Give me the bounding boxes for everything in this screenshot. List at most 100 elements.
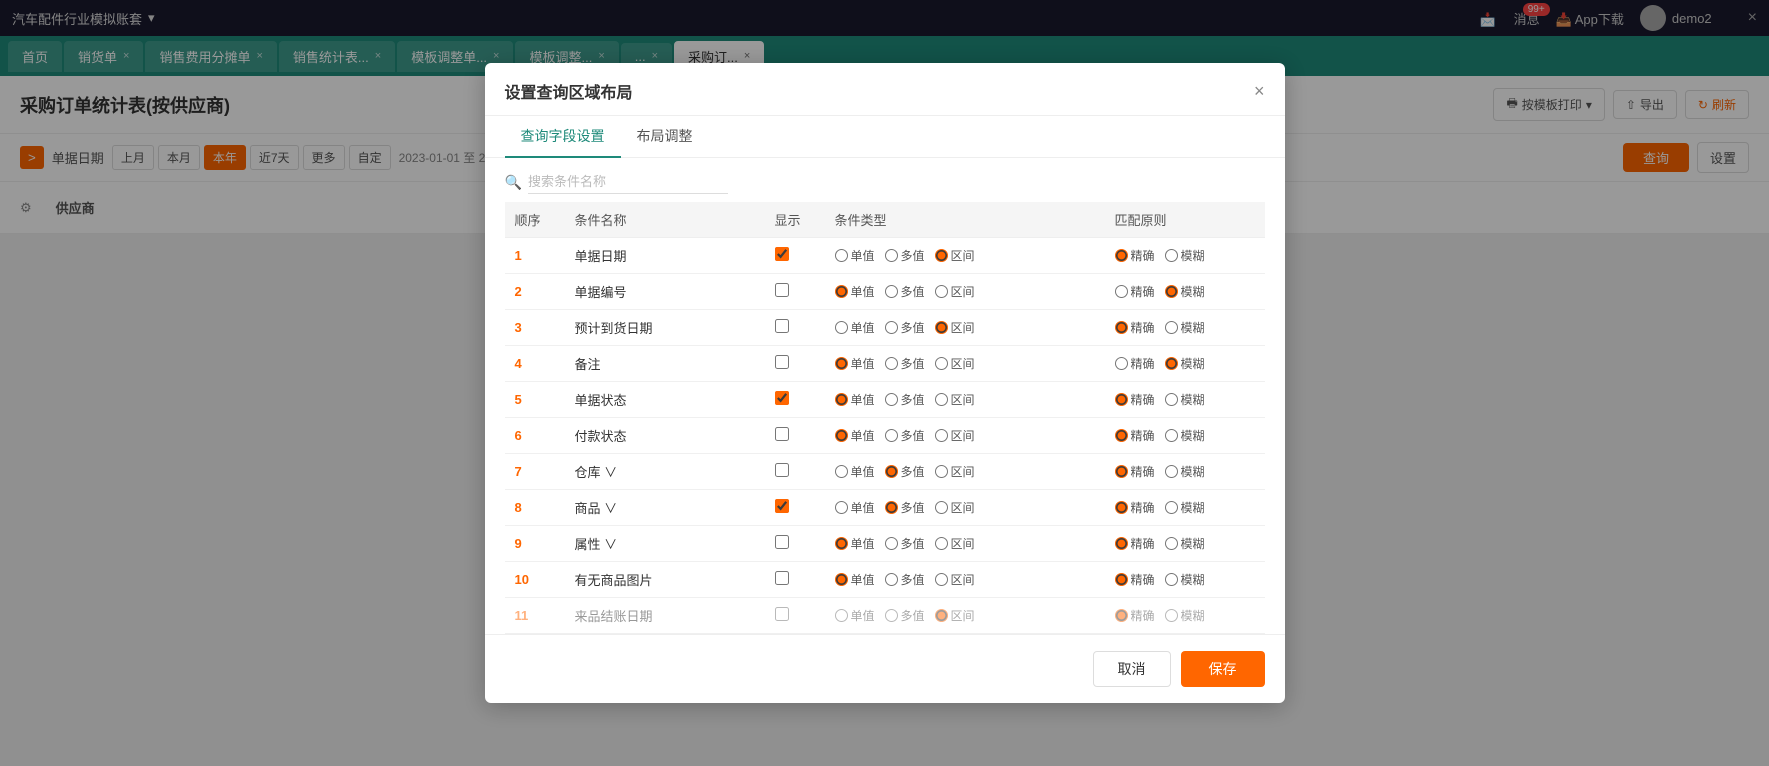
type-type_single-radio-0[interactable] bbox=[835, 249, 848, 262]
type-type_multi-label-8[interactable]: 多值 bbox=[885, 535, 925, 552]
type-type_range-label-8[interactable]: 区间 bbox=[935, 535, 975, 552]
type-type_single-radio-7[interactable] bbox=[835, 501, 848, 514]
match-match_exact-radio-5[interactable] bbox=[1115, 429, 1128, 442]
type-type_range-label-2[interactable]: 区间 bbox=[935, 319, 975, 336]
type-type_single-label-5[interactable]: 单值 bbox=[835, 427, 875, 444]
save-btn[interactable]: 保存 bbox=[1181, 651, 1265, 687]
type-type_multi-radio-8[interactable] bbox=[885, 537, 898, 550]
type-type_multi-radio-9[interactable] bbox=[885, 573, 898, 586]
type-type_range-label-10[interactable]: 区间 bbox=[935, 607, 975, 624]
match-match_fuzzy-label-2[interactable]: 模糊 bbox=[1165, 319, 1205, 336]
type-type_single-label-1[interactable]: 单值 bbox=[835, 283, 875, 300]
type-type_multi-radio-1[interactable] bbox=[885, 285, 898, 298]
match-match_exact-label-4[interactable]: 精确 bbox=[1115, 391, 1155, 408]
match-match_fuzzy-radio-3[interactable] bbox=[1165, 357, 1178, 370]
type-type_multi-label-7[interactable]: 多值 bbox=[885, 499, 925, 516]
type-type_single-radio-1[interactable] bbox=[835, 285, 848, 298]
type-type_range-radio-0[interactable] bbox=[935, 249, 948, 262]
type-type_range-label-4[interactable]: 区间 bbox=[935, 391, 975, 408]
match-match_fuzzy-label-4[interactable]: 模糊 bbox=[1165, 391, 1205, 408]
type-type_range-radio-5[interactable] bbox=[935, 429, 948, 442]
type-type_single-radio-3[interactable] bbox=[835, 357, 848, 370]
type-type_multi-label-6[interactable]: 多值 bbox=[885, 463, 925, 480]
match-match_fuzzy-label-3[interactable]: 模糊 bbox=[1165, 355, 1205, 372]
display-checkbox-9[interactable] bbox=[775, 571, 789, 585]
match-match_fuzzy-label-9[interactable]: 模糊 bbox=[1165, 571, 1205, 588]
type-type_range-label-3[interactable]: 区间 bbox=[935, 355, 975, 372]
match-match_fuzzy-radio-5[interactable] bbox=[1165, 429, 1178, 442]
type-type_multi-radio-5[interactable] bbox=[885, 429, 898, 442]
type-type_range-label-9[interactable]: 区间 bbox=[935, 571, 975, 588]
match-match_fuzzy-label-7[interactable]: 模糊 bbox=[1165, 499, 1205, 516]
display-checkbox-10[interactable] bbox=[775, 607, 789, 621]
display-checkbox-2[interactable] bbox=[775, 319, 789, 333]
match-match_exact-label-6[interactable]: 精确 bbox=[1115, 463, 1155, 480]
type-type_multi-radio-7[interactable] bbox=[885, 501, 898, 514]
type-type_multi-label-2[interactable]: 多值 bbox=[885, 319, 925, 336]
dialog-tab-query-fields[interactable]: 查询字段设置 bbox=[505, 116, 621, 158]
match-match_fuzzy-label-1[interactable]: 模糊 bbox=[1165, 283, 1205, 300]
display-checkbox-6[interactable] bbox=[775, 463, 789, 477]
match-match_fuzzy-radio-7[interactable] bbox=[1165, 501, 1178, 514]
match-match_fuzzy-radio-1[interactable] bbox=[1165, 285, 1178, 298]
type-type_multi-radio-3[interactable] bbox=[885, 357, 898, 370]
match-match_exact-radio-10[interactable] bbox=[1115, 609, 1128, 622]
type-type_single-radio-5[interactable] bbox=[835, 429, 848, 442]
match-match_fuzzy-radio-6[interactable] bbox=[1165, 465, 1178, 478]
match-match_fuzzy-radio-10[interactable] bbox=[1165, 609, 1178, 622]
match-match_exact-label-7[interactable]: 精确 bbox=[1115, 499, 1155, 516]
type-type_multi-radio-10[interactable] bbox=[885, 609, 898, 622]
type-type_range-radio-10[interactable] bbox=[935, 609, 948, 622]
type-type_range-radio-7[interactable] bbox=[935, 501, 948, 514]
match-match_exact-radio-9[interactable] bbox=[1115, 573, 1128, 586]
match-match_exact-label-10[interactable]: 精确 bbox=[1115, 607, 1155, 624]
type-type_single-label-9[interactable]: 单值 bbox=[835, 571, 875, 588]
match-match_exact-label-9[interactable]: 精确 bbox=[1115, 571, 1155, 588]
type-type_range-label-5[interactable]: 区间 bbox=[935, 427, 975, 444]
type-type_single-radio-9[interactable] bbox=[835, 573, 848, 586]
display-checkbox-3[interactable] bbox=[775, 355, 789, 369]
display-checkbox-5[interactable] bbox=[775, 427, 789, 441]
match-match_exact-radio-8[interactable] bbox=[1115, 537, 1128, 550]
type-type_multi-label-10[interactable]: 多值 bbox=[885, 607, 925, 624]
type-type_single-label-10[interactable]: 单值 bbox=[835, 607, 875, 624]
match-match_exact-radio-3[interactable] bbox=[1115, 357, 1128, 370]
type-type_single-label-6[interactable]: 单值 bbox=[835, 463, 875, 480]
type-type_multi-label-1[interactable]: 多值 bbox=[885, 283, 925, 300]
type-type_single-radio-4[interactable] bbox=[835, 393, 848, 406]
display-checkbox-4[interactable] bbox=[775, 391, 789, 405]
match-match_fuzzy-label-6[interactable]: 模糊 bbox=[1165, 463, 1205, 480]
match-match_exact-radio-6[interactable] bbox=[1115, 465, 1128, 478]
match-match_exact-label-1[interactable]: 精确 bbox=[1115, 283, 1155, 300]
match-match_fuzzy-radio-2[interactable] bbox=[1165, 321, 1178, 334]
match-match_exact-label-8[interactable]: 精确 bbox=[1115, 535, 1155, 552]
type-type_single-label-8[interactable]: 单值 bbox=[835, 535, 875, 552]
type-type_single-label-0[interactable]: 单值 bbox=[835, 247, 875, 264]
type-type_multi-label-9[interactable]: 多值 bbox=[885, 571, 925, 588]
type-type_single-radio-2[interactable] bbox=[835, 321, 848, 334]
type-type_multi-radio-0[interactable] bbox=[885, 249, 898, 262]
type-type_multi-label-5[interactable]: 多值 bbox=[885, 427, 925, 444]
type-type_single-radio-10[interactable] bbox=[835, 609, 848, 622]
type-type_range-radio-3[interactable] bbox=[935, 357, 948, 370]
match-match_fuzzy-label-8[interactable]: 模糊 bbox=[1165, 535, 1205, 552]
match-match_exact-radio-4[interactable] bbox=[1115, 393, 1128, 406]
type-type_range-label-1[interactable]: 区间 bbox=[935, 283, 975, 300]
display-checkbox-0[interactable] bbox=[775, 247, 789, 261]
match-match_fuzzy-radio-4[interactable] bbox=[1165, 393, 1178, 406]
search-input[interactable] bbox=[528, 170, 728, 194]
match-match_exact-radio-1[interactable] bbox=[1115, 285, 1128, 298]
match-match_exact-label-5[interactable]: 精确 bbox=[1115, 427, 1155, 444]
match-match_exact-radio-7[interactable] bbox=[1115, 501, 1128, 514]
type-type_multi-radio-6[interactable] bbox=[885, 465, 898, 478]
type-type_multi-radio-2[interactable] bbox=[885, 321, 898, 334]
type-type_range-radio-9[interactable] bbox=[935, 573, 948, 586]
type-type_range-radio-8[interactable] bbox=[935, 537, 948, 550]
type-type_single-radio-8[interactable] bbox=[835, 537, 848, 550]
type-type_range-radio-6[interactable] bbox=[935, 465, 948, 478]
type-type_single-label-2[interactable]: 单值 bbox=[835, 319, 875, 336]
type-type_multi-label-4[interactable]: 多值 bbox=[885, 391, 925, 408]
type-type_range-label-7[interactable]: 区间 bbox=[935, 499, 975, 516]
match-match_fuzzy-radio-0[interactable] bbox=[1165, 249, 1178, 262]
match-match_exact-radio-0[interactable] bbox=[1115, 249, 1128, 262]
